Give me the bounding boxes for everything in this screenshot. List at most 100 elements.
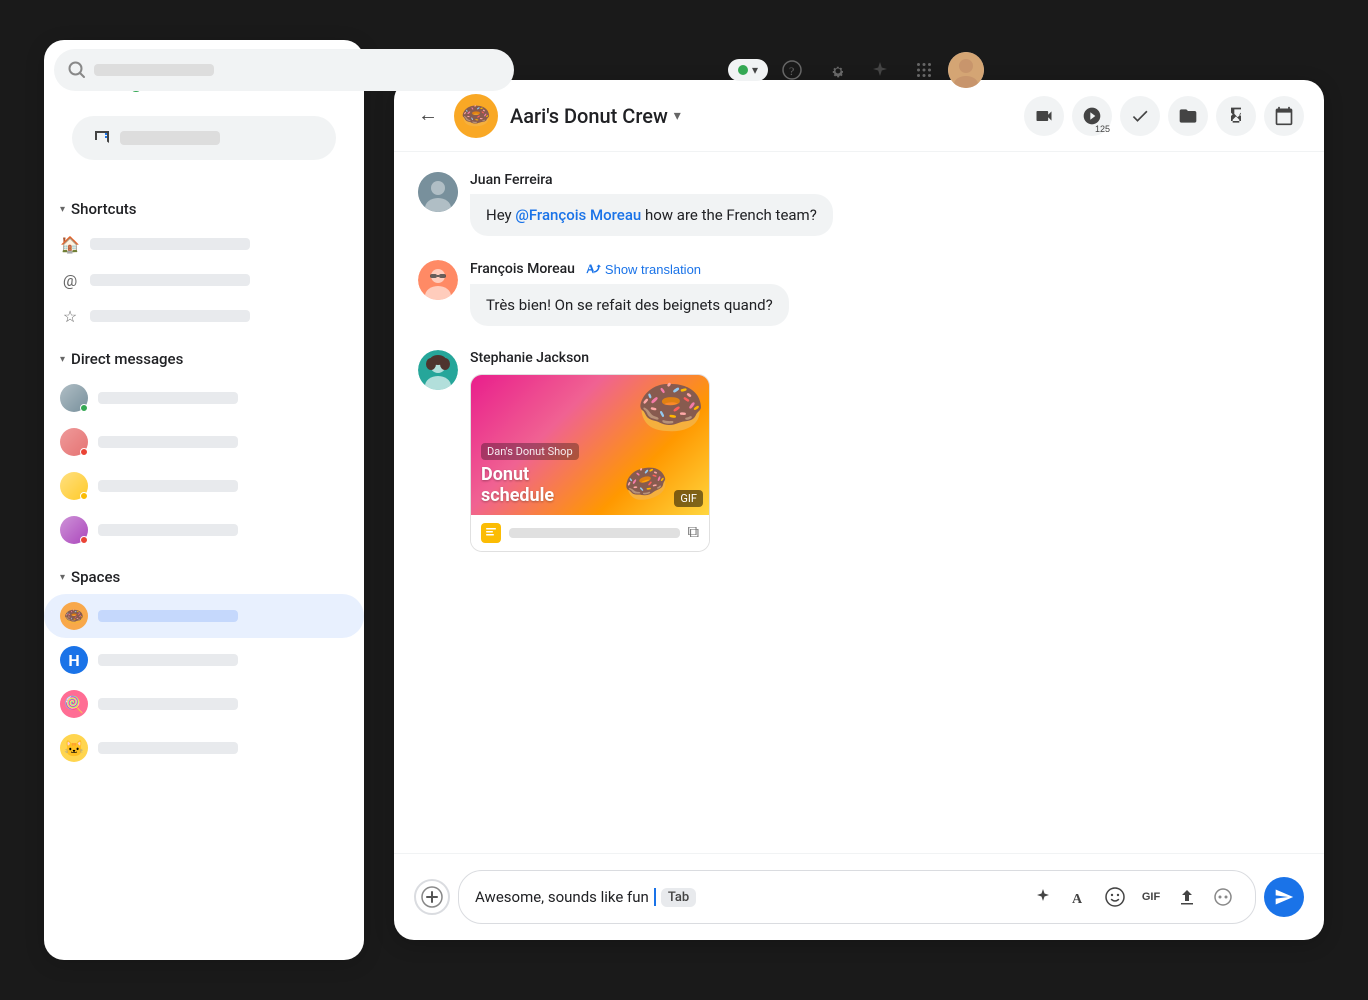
shortcuts-section-header[interactable]: ▾ Shortcuts	[44, 192, 364, 226]
dm-label-1	[98, 392, 238, 404]
sidebar: Chat ▾ Shortcuts 🏠 @ ☆	[44, 40, 364, 960]
back-button[interactable]: ←	[414, 100, 442, 131]
dm-avatar-1	[60, 384, 88, 412]
space-item-h[interactable]: H	[44, 638, 364, 682]
calendar-button[interactable]	[1264, 96, 1304, 136]
chat-panel: ← 🍩 Aari's Donut Crew ▾ 125	[394, 80, 1324, 940]
message-group-francois: François Moreau Show translation Très bi…	[418, 260, 1300, 326]
svg-text:A: A	[1072, 892, 1083, 907]
donut-card-image: 🍩 🍩 Dan's Donut Shop Donut schedule GIF	[471, 375, 710, 515]
hourglass-button[interactable]	[1216, 96, 1256, 136]
ai-compose-button[interactable]	[1027, 881, 1059, 913]
dm-avatar-3	[60, 472, 88, 500]
donut-card-title: Donut schedule	[481, 464, 701, 507]
message-group-juan: Juan Ferreira Hey @François Moreau how a…	[418, 172, 1300, 236]
new-chat-placeholder	[120, 131, 220, 145]
cursor	[654, 888, 656, 906]
folder-button[interactable]	[1168, 96, 1208, 136]
dm-label: Direct messages	[71, 350, 183, 368]
svg-text:?: ?	[789, 64, 794, 78]
online-status-1	[80, 404, 88, 412]
dnd-status-4	[80, 536, 88, 544]
spaces-section-header[interactable]: ▾ Spaces	[44, 560, 364, 594]
home-icon: 🏠	[60, 234, 80, 254]
upload-button[interactable]	[1171, 881, 1203, 913]
send-button[interactable]	[1264, 877, 1304, 917]
sidebar-item-home[interactable]: 🏠	[44, 226, 364, 262]
format-text-button[interactable]: A	[1063, 881, 1095, 913]
starred-icon: ☆	[60, 306, 80, 326]
card-type-icon	[481, 523, 501, 543]
message-input-wrap: Awesome, sounds like fun Tab A	[458, 870, 1256, 924]
add-attachment-button[interactable]	[414, 879, 450, 915]
status-dropdown[interactable]: ▾	[728, 59, 768, 81]
more-input-options-button[interactable]	[1207, 881, 1239, 913]
cat-space-icon: 🐱	[60, 734, 88, 762]
juan-sender-name: Juan Ferreira	[470, 172, 553, 188]
space-item-cat[interactable]: 🐱	[44, 726, 364, 770]
shortcuts-chevron-icon: ▾	[60, 204, 65, 215]
video-call-button[interactable]	[1024, 96, 1064, 136]
status-dot	[738, 65, 748, 75]
francois-sender-name: François Moreau	[470, 261, 575, 277]
mention-francois: @François Moreau	[515, 206, 641, 224]
card-copy-button[interactable]: ⧉	[688, 524, 699, 542]
gif-button[interactable]: GIF	[1135, 881, 1167, 913]
user-avatar[interactable]	[948, 52, 984, 88]
top-nav-bar: ▾ ?	[44, 40, 1324, 100]
space-item-donut-crew[interactable]: 🍩	[44, 594, 364, 638]
sidebar-item-starred[interactable]: ☆	[44, 298, 364, 334]
dm-section-header[interactable]: ▾ Direct messages	[44, 342, 364, 376]
input-actions: A GIF	[1027, 881, 1239, 913]
mention-label	[90, 274, 250, 286]
show-translation-button[interactable]: Show translation	[583, 260, 701, 278]
francois-message-content: François Moreau Show translation Très bi…	[470, 260, 1300, 326]
stephanie-sender-name: Stephanie Jackson	[470, 350, 589, 366]
dm-item-1[interactable]	[44, 376, 364, 420]
help-button[interactable]: ?	[772, 50, 812, 90]
juan-message-bubble: Hey @François Moreau how are the French …	[470, 194, 833, 236]
show-translation-label: Show translation	[605, 262, 701, 277]
dm-item-3[interactable]	[44, 464, 364, 508]
dm-label-4	[98, 524, 238, 536]
spaces-chevron-icon: ▾	[60, 572, 65, 583]
nav-right-icons: ▾ ?	[728, 50, 984, 90]
ai-button[interactable]	[860, 50, 900, 90]
dm-label-2	[98, 436, 238, 448]
group-name-chevron-icon[interactable]: ▾	[674, 108, 681, 124]
message-input-area: Awesome, sounds like fun Tab A	[394, 853, 1324, 940]
group-name: Aari's Donut Crew ▾	[510, 104, 681, 128]
settings-button[interactable]	[816, 50, 856, 90]
new-chat-button[interactable]	[72, 116, 336, 160]
group-avatar: 🍩	[454, 94, 498, 138]
message-input-text[interactable]: Awesome, sounds like fun Tab	[475, 888, 1019, 907]
francois-message-bubble: Très bien! On se refait des beignets qua…	[470, 284, 789, 326]
emoji-button[interactable]	[1099, 881, 1131, 913]
search-placeholder	[94, 64, 214, 76]
apps-button[interactable]	[904, 50, 944, 90]
juan-sender-row: Juan Ferreira	[470, 172, 1300, 188]
stephanie-avatar	[418, 350, 458, 390]
search-bar[interactable]	[54, 49, 514, 91]
francois-sender-row: François Moreau Show translation	[470, 260, 1300, 278]
space-item-candy[interactable]: 🍭	[44, 682, 364, 726]
candy-space-icon: 🍭	[60, 690, 88, 718]
card-label	[509, 528, 680, 538]
h-space-icon: H	[60, 646, 88, 674]
shortcuts-label: Shortcuts	[71, 200, 136, 218]
candy-space-label	[98, 698, 238, 710]
dm-item-2[interactable]	[44, 420, 364, 464]
home-label	[90, 238, 250, 250]
dm-avatar-2	[60, 428, 88, 456]
mentions-button[interactable]: 125	[1072, 96, 1112, 136]
card-footer: ⧉	[471, 515, 709, 551]
dm-item-4[interactable]	[44, 508, 364, 552]
tasks-button[interactable]	[1120, 96, 1160, 136]
mention-icon: @	[60, 270, 80, 290]
sidebar-item-mentions[interactable]: @	[44, 262, 364, 298]
dm-chevron-icon: ▾	[60, 354, 65, 365]
search-icon	[68, 61, 86, 79]
juan-message-content: Juan Ferreira Hey @François Moreau how a…	[470, 172, 1300, 236]
cat-space-label	[98, 742, 238, 754]
dnd-status-2	[80, 448, 88, 456]
